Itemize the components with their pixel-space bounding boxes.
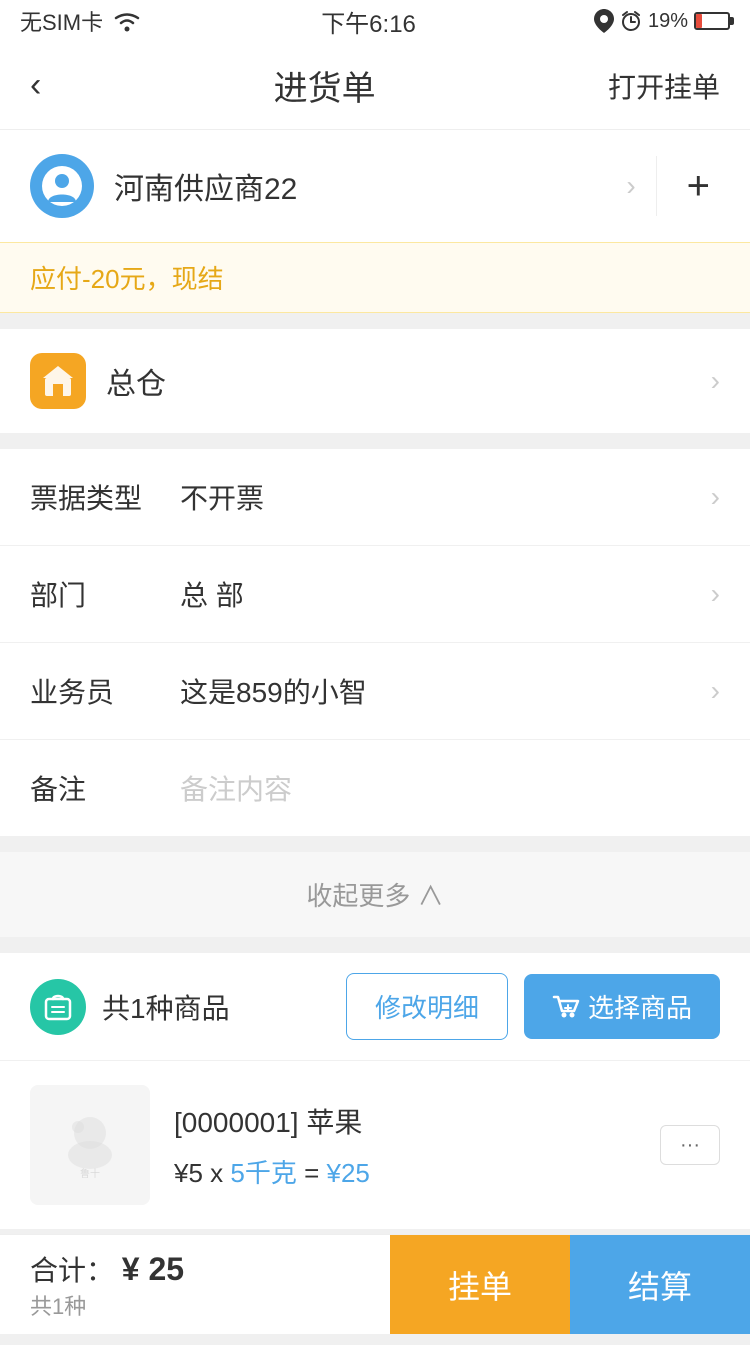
invoice-type-label: 票据类型: [30, 477, 150, 517]
product-name: [0000001] 苹果: [174, 1101, 660, 1141]
warehouse-chevron-icon: ›: [711, 365, 720, 397]
supplier-section: 河南供应商22 › + 应付-20元，现结: [0, 130, 750, 313]
status-time: 下午6:16: [321, 4, 416, 39]
total-section: 合计： ¥ 25 共1种: [0, 1235, 390, 1334]
edit-detail-button[interactable]: 修改明细: [346, 973, 508, 1040]
status-right: 19%: [594, 9, 730, 33]
multiply-sign: x: [210, 1158, 230, 1188]
products-header: 共1种商品 修改明细 选择商品: [0, 953, 750, 1061]
sim-text: 无SIM卡: [20, 5, 103, 37]
collapse-bar[interactable]: 收起更多 ∧: [0, 852, 750, 937]
supplier-avatar: [30, 154, 94, 218]
remark-row[interactable]: 备注 备注内容: [0, 740, 750, 836]
products-section: 共1种商品 修改明细 选择商品 鲁十: [0, 953, 750, 1229]
back-button[interactable]: ‹: [30, 66, 41, 105]
invoice-type-value: 不开票: [150, 477, 711, 517]
wifi-icon: [111, 10, 143, 32]
total-amount: ¥ 25: [122, 1251, 184, 1287]
department-chevron-icon: ›: [711, 578, 720, 610]
warehouse-icon: [30, 353, 86, 409]
alarm-icon: [620, 10, 642, 32]
products-count: 共1种商品: [102, 987, 346, 1027]
total-label: 合计：: [30, 1255, 114, 1286]
page-title: 进货单: [274, 61, 376, 110]
department-row[interactable]: 部门 总 部 ›: [0, 546, 750, 643]
product-info: [0000001] 苹果 ¥5 x 5千克 = ¥25: [174, 1101, 660, 1190]
content: 河南供应商22 › + 应付-20元，现结 总仓 › 票据类型 不开票 ›: [0, 130, 750, 1345]
salesperson-label: 业务员: [30, 671, 150, 711]
status-bar: 无SIM卡 下午6:16 19%: [0, 0, 750, 42]
select-product-label: 选择商品: [588, 988, 692, 1025]
product-code: [0000001]: [174, 1107, 299, 1138]
products-icon: [30, 979, 86, 1035]
open-hang-button[interactable]: 打开挂单: [608, 66, 720, 106]
product-default-image: 鲁十: [50, 1105, 130, 1185]
form-section: 票据类型 不开票 › 部门 总 部 › 业务员 这是859的小智 › 备注 备注…: [0, 449, 750, 836]
svg-text:鲁十: 鲁十: [80, 1167, 100, 1180]
battery-icon: [694, 12, 730, 30]
product-item: 鲁十 [0000001] 苹果 ¥5 x 5千克 = ¥25 ···: [0, 1061, 750, 1229]
salesperson-chevron-icon: ›: [711, 675, 720, 707]
warehouse-row[interactable]: 总仓 ›: [0, 329, 750, 433]
location-icon: [594, 9, 614, 33]
product-more-button[interactable]: ···: [660, 1125, 720, 1165]
bottom-bar: 合计： ¥ 25 共1种 挂单 结算: [0, 1234, 750, 1334]
add-supplier-button[interactable]: +: [677, 164, 720, 209]
equals-sign: =: [304, 1158, 326, 1188]
quantity: 5千克: [230, 1158, 296, 1188]
checkout-button[interactable]: 结算: [570, 1235, 750, 1334]
status-left: 无SIM卡: [20, 5, 143, 37]
department-value: 总 部: [150, 574, 711, 614]
warehouse-name: 总仓: [106, 359, 711, 403]
battery-percent: 19%: [648, 10, 688, 33]
hang-button[interactable]: 挂单: [390, 1235, 570, 1334]
supplier-row[interactable]: 河南供应商22 › +: [0, 130, 750, 242]
supplier-name: 河南供应商22: [114, 164, 626, 208]
supplier-chevron-icon: ›: [626, 170, 635, 202]
product-title: 苹果: [306, 1107, 362, 1138]
salesperson-row[interactable]: 业务员 这是859的小智 ›: [0, 643, 750, 740]
product-thumbnail: 鲁十: [30, 1085, 150, 1205]
total-row: 合计： ¥ 25: [30, 1249, 360, 1289]
remark-input[interactable]: 备注内容: [150, 768, 720, 808]
remark-label: 备注: [30, 768, 150, 808]
nav-bar: ‹ 进货单 打开挂单: [0, 42, 750, 130]
product-price-row: ¥5 x 5千克 = ¥25: [174, 1153, 660, 1190]
subtotal: ¥25: [327, 1158, 370, 1188]
avatar-inner: [42, 166, 82, 206]
total-sub: 共1种: [30, 1289, 360, 1321]
vertical-divider: [656, 156, 657, 216]
salesperson-value: 这是859的小智: [150, 671, 711, 711]
department-label: 部门: [30, 574, 150, 614]
unit-price: ¥5: [174, 1158, 203, 1188]
cart-icon: [552, 995, 580, 1019]
notice-bar: 应付-20元，现结: [0, 242, 750, 313]
invoice-type-row[interactable]: 票据类型 不开票 ›: [0, 449, 750, 546]
warehouse-section[interactable]: 总仓 ›: [0, 329, 750, 433]
invoice-type-chevron-icon: ›: [711, 481, 720, 513]
select-product-button[interactable]: 选择商品: [524, 974, 720, 1039]
